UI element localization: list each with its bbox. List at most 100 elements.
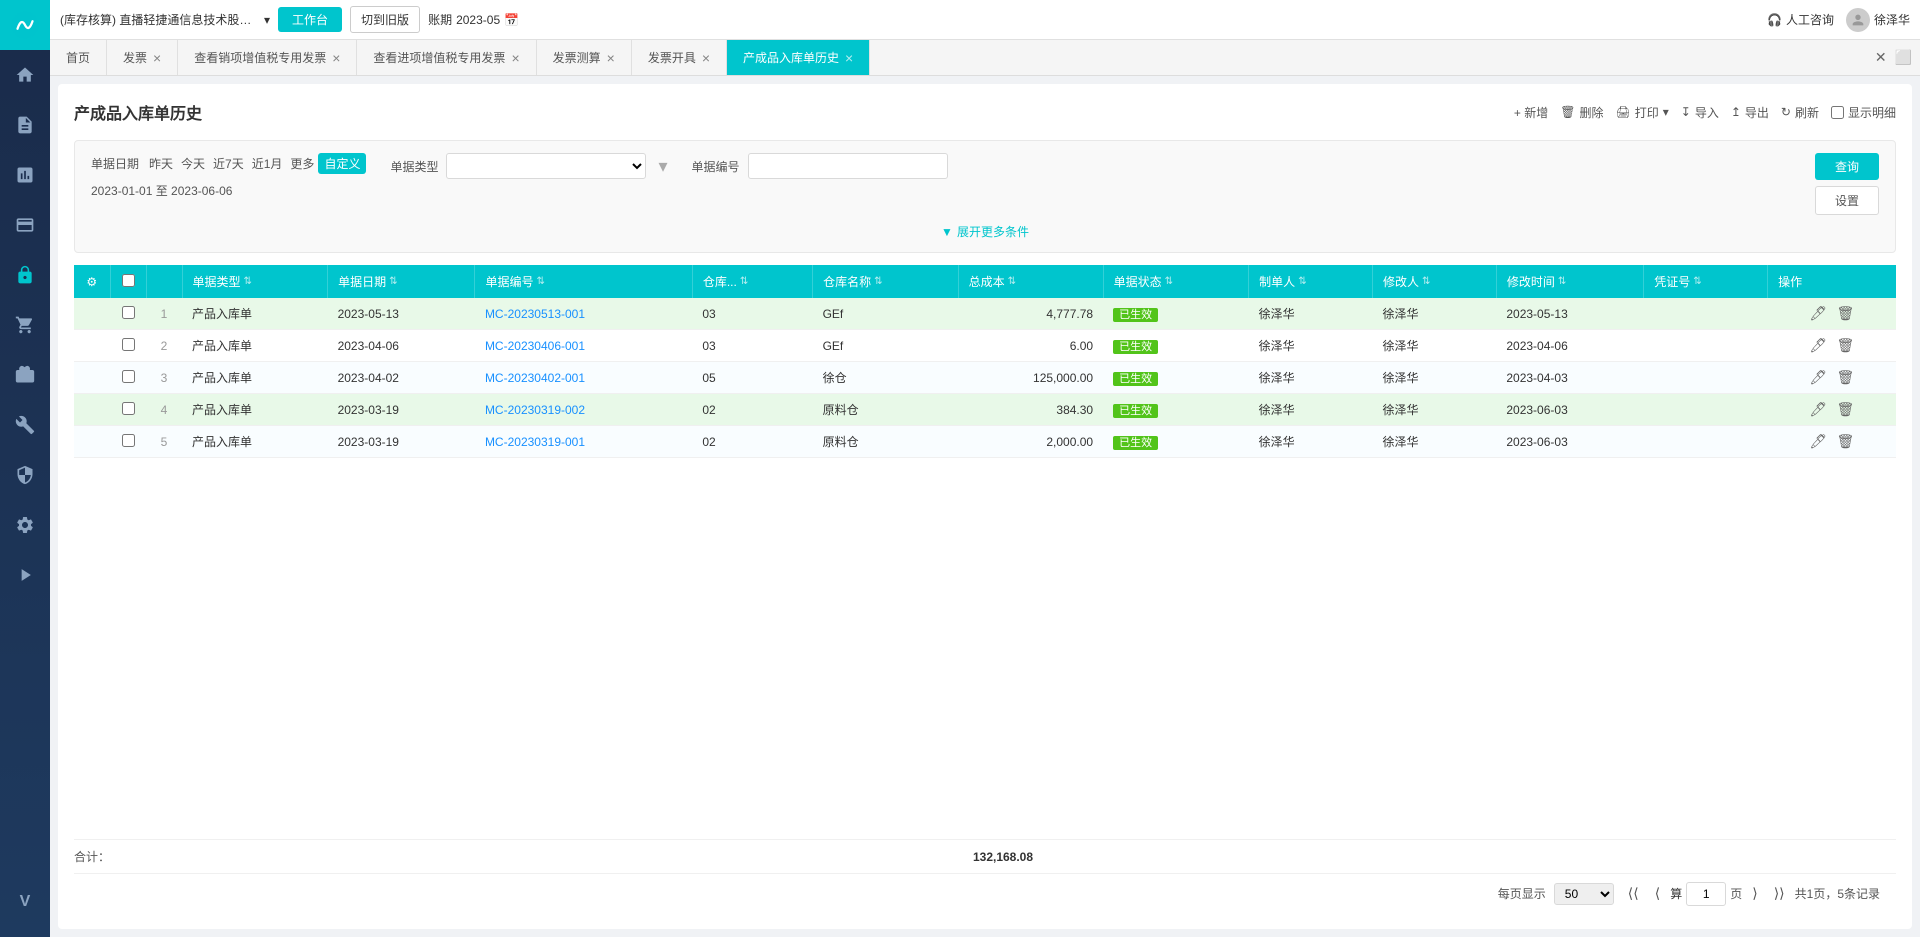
row-settings-2[interactable] [74, 362, 110, 394]
filter-type-select[interactable] [446, 153, 646, 179]
select-all-checkbox[interactable] [122, 274, 135, 287]
tab-invoice-issue-close[interactable]: × [702, 51, 710, 65]
tab-product-history-close[interactable]: × [845, 51, 853, 65]
sidebar-item-invoice[interactable] [0, 200, 50, 250]
row-edit-btn-0[interactable]: 🖊 [1806, 305, 1830, 322]
export-button[interactable]: ↥ 导出 [1731, 104, 1769, 121]
filter-more[interactable]: 更多 [286, 153, 318, 174]
col-wcode-header[interactable]: 仓库... ⇅ [692, 265, 812, 298]
col-checkbox-header[interactable] [110, 265, 146, 298]
row-checkbox-1[interactable] [110, 330, 146, 362]
row-delete-btn-0[interactable]: 🗑 [1833, 305, 1857, 322]
col-cost-header[interactable]: 总成本 ⇅ [958, 265, 1103, 298]
row-delete-btn-2[interactable]: 🗑 [1833, 369, 1857, 386]
page-size-select[interactable]: 50 100 [1554, 883, 1614, 905]
tab-invoice[interactable]: 发票 × [107, 40, 178, 76]
sidebar-item-inventory[interactable] [0, 350, 50, 400]
sidebar-item-manufacture[interactable] [0, 400, 50, 450]
row-edit-btn-3[interactable]: 🖊 [1806, 401, 1830, 418]
company-selector[interactable]: (库存核算) 直播轻捷通信息技术股份... ▾ [60, 11, 270, 28]
print-dropdown-icon[interactable]: ▾ [1663, 105, 1669, 119]
col-mtime-header[interactable]: 修改时间 ⇅ [1496, 265, 1643, 298]
sidebar-item-stamp[interactable] [0, 450, 50, 500]
col-number-header[interactable]: 单据编号 ⇅ [475, 265, 692, 298]
col-modifier-header[interactable]: 修改人 ⇅ [1373, 265, 1497, 298]
row-settings-0[interactable] [74, 298, 110, 330]
workbench-button[interactable]: 工作台 [278, 7, 342, 32]
tab-sales-invoice-close[interactable]: × [332, 51, 340, 65]
row-checkbox-4[interactable] [110, 426, 146, 458]
row-checkbox-0[interactable] [110, 298, 146, 330]
calendar-icon[interactable]: 📅 [504, 13, 519, 27]
tab-invoice-calc[interactable]: 发票测算 × [537, 40, 632, 76]
delete-button[interactable]: 🗑 删除 [1560, 104, 1603, 121]
row-delete-btn-1[interactable]: 🗑 [1833, 337, 1857, 354]
sidebar-item-purchase[interactable] [0, 300, 50, 350]
support-link[interactable]: 🎧 人工咨询 [1767, 11, 1834, 28]
tab-invoice-calc-close[interactable]: × [607, 51, 615, 65]
set-button[interactable]: 设置 [1815, 186, 1879, 215]
col-date-header[interactable]: 单据日期 ⇅ [328, 265, 475, 298]
tab-maximize[interactable]: ⬜ [1895, 49, 1912, 66]
user-profile[interactable]: 徐泽华 [1846, 8, 1910, 32]
sidebar-item-settings[interactable] [0, 500, 50, 550]
row-settings-3[interactable] [74, 394, 110, 426]
sidebar-item-lock[interactable] [0, 250, 50, 300]
row-checkbox-3[interactable] [110, 394, 146, 426]
tab-purchase-invoice-close[interactable]: × [511, 51, 519, 65]
sidebar-item-document[interactable] [0, 100, 50, 150]
col-settings[interactable]: ⚙ [74, 265, 110, 298]
filter-yesterday[interactable]: 昨天 [145, 153, 177, 174]
query-button[interactable]: 查询 [1815, 153, 1879, 180]
row-number-3[interactable]: MC-20230319-002 [475, 394, 692, 426]
row-edit-btn-1[interactable]: 🖊 [1806, 337, 1830, 354]
row-settings-4[interactable] [74, 426, 110, 458]
row-edit-btn-2[interactable]: 🖊 [1806, 369, 1830, 386]
tab-purchase-invoice[interactable]: 查看进项增值税专用发票 × [357, 40, 536, 76]
tab-sales-invoice[interactable]: 查看销项增值税专用发票 × [178, 40, 357, 76]
col-status-header[interactable]: 单据状态 ⇅ [1103, 265, 1249, 298]
prev-page-btn[interactable]: ⟨ [1649, 883, 1666, 904]
page-input[interactable] [1686, 882, 1726, 906]
first-page-btn[interactable]: ⟨⟨ [1622, 883, 1645, 904]
row-settings-1[interactable] [74, 330, 110, 362]
tab-close-all[interactable]: ✕ [1875, 49, 1887, 66]
tab-invoice-close[interactable]: × [153, 51, 161, 65]
filter-custom[interactable]: 自定义 [318, 153, 366, 174]
row-number-0[interactable]: MC-20230513-001 [475, 298, 692, 330]
row-delete-btn-4[interactable]: 🗑 [1833, 433, 1857, 450]
col-type-header[interactable]: 单据类型 ⇅ [182, 265, 328, 298]
filter-7days[interactable]: 近7天 [209, 153, 248, 174]
tab-invoice-issue[interactable]: 发票开具 × [632, 40, 727, 76]
show-detail-checkbox[interactable] [1831, 106, 1844, 119]
show-detail-checkbox-label[interactable]: 显示明细 [1831, 104, 1896, 121]
col-creator-header[interactable]: 制单人 ⇅ [1249, 265, 1373, 298]
tab-product-history[interactable]: 产成品入库单历史 × [727, 40, 870, 76]
refresh-button[interactable]: ↻ 刷新 [1781, 104, 1819, 121]
filter-number-input[interactable] [748, 153, 948, 179]
row-number-4[interactable]: MC-20230319-001 [475, 426, 692, 458]
col-voucher-header[interactable]: 凭证号 ⇅ [1644, 265, 1768, 298]
expand-filter-btn[interactable]: ▼ 展开更多条件 [941, 223, 1029, 240]
company-dropdown-icon[interactable]: ▾ [264, 13, 270, 27]
row-number-2[interactable]: MC-20230402-001 [475, 362, 692, 394]
sidebar-item-version[interactable]: V [0, 877, 50, 927]
filter-1month[interactable]: 近1月 [248, 153, 287, 174]
tab-home[interactable]: 首页 [50, 40, 107, 76]
new-button[interactable]: + 新增 [1514, 104, 1548, 121]
last-page-btn[interactable]: ⟩⟩ [1768, 883, 1791, 904]
sidebar-item-home[interactable] [0, 50, 50, 100]
print-button[interactable]: 🖨 打印 ▾ [1615, 104, 1668, 121]
next-page-btn[interactable]: ⟩ [1746, 883, 1763, 904]
sidebar-item-chart[interactable] [0, 150, 50, 200]
row-delete-btn-3[interactable]: 🗑 [1833, 401, 1857, 418]
row-checkbox-2[interactable] [110, 362, 146, 394]
app-logo[interactable] [0, 0, 50, 50]
row-edit-btn-4[interactable]: 🖊 [1806, 433, 1830, 450]
filter-today[interactable]: 今天 [177, 153, 209, 174]
sidebar-item-play[interactable] [0, 550, 50, 600]
import-button[interactable]: ↧ 导入 [1681, 104, 1719, 121]
row-number-1[interactable]: MC-20230406-001 [475, 330, 692, 362]
switch-button[interactable]: 切到旧版 [350, 6, 420, 33]
col-wname-header[interactable]: 仓库名称 ⇅ [813, 265, 959, 298]
